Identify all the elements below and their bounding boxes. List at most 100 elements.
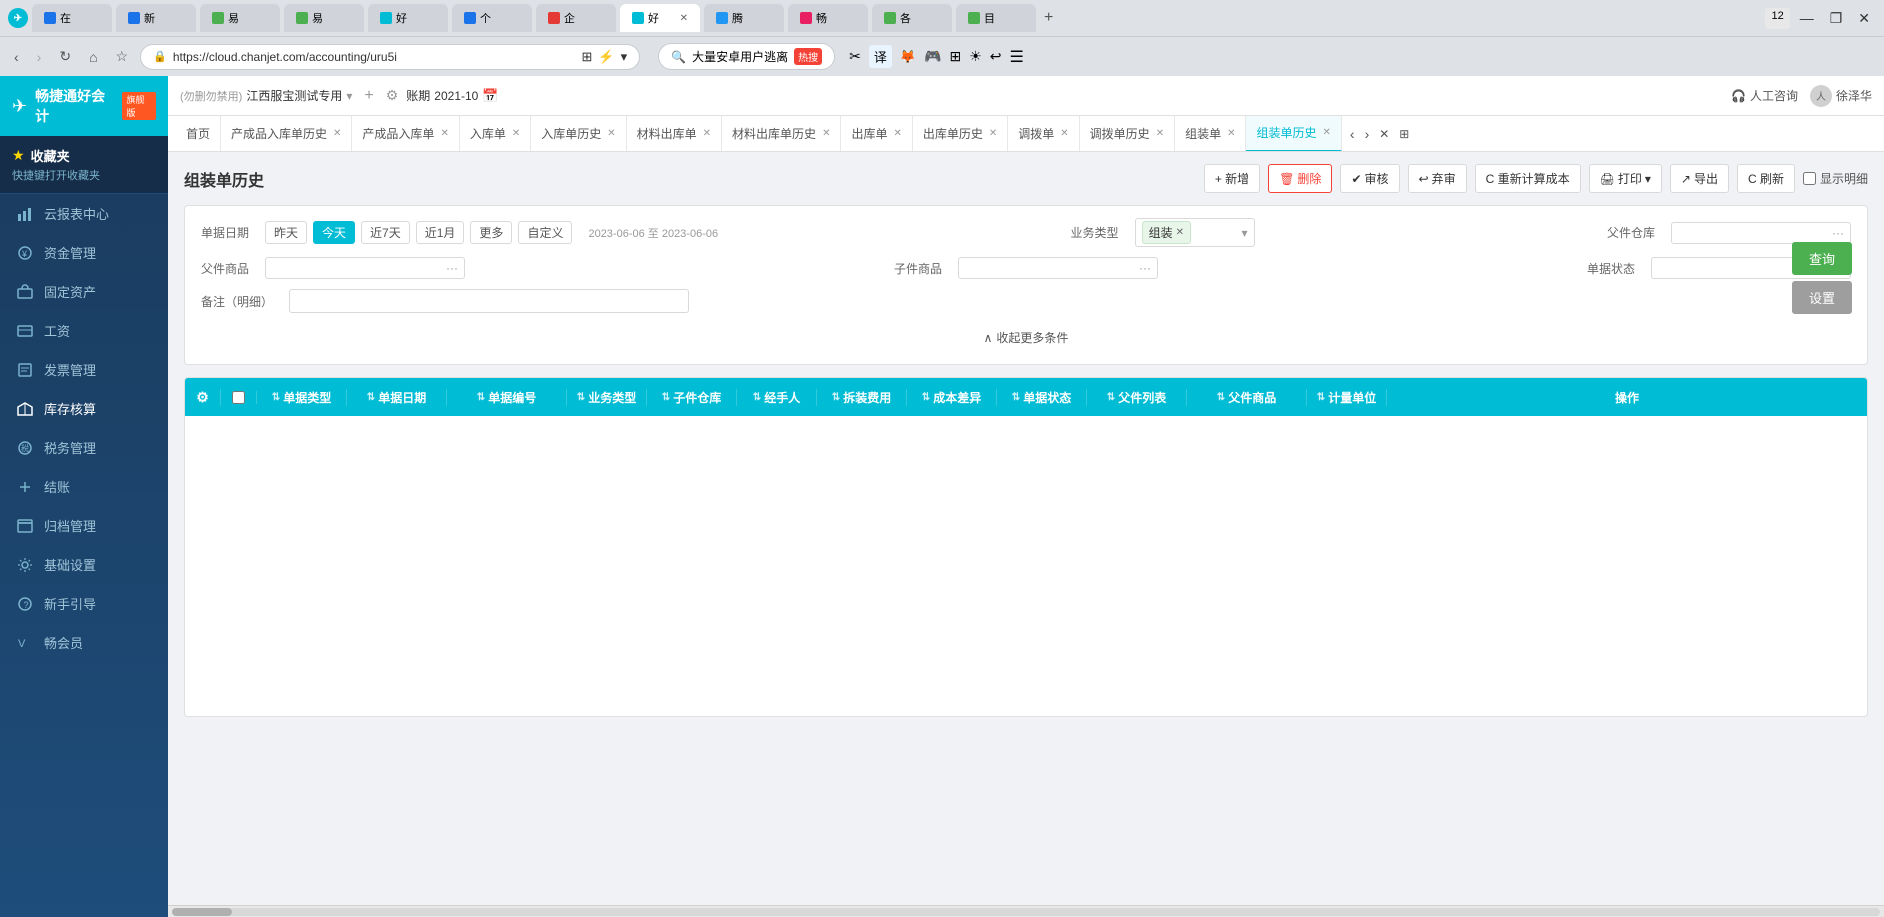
th-type[interactable]: ⇅ 单据类型 xyxy=(257,389,347,406)
company-dropdown-icon[interactable]: ▾ xyxy=(346,89,352,103)
maximize-button[interactable]: ❐ xyxy=(1824,8,1849,29)
browser-tab-1[interactable]: 新 xyxy=(116,4,196,32)
browser-tab-8[interactable]: 腾 xyxy=(704,4,784,32)
sidebar-item-guide[interactable]: ? 新手引导 xyxy=(0,584,168,623)
forward-button[interactable]: › xyxy=(31,47,48,67)
sidebar-item-archive[interactable]: 归档管理 xyxy=(0,506,168,545)
browser-tab-3[interactable]: 易 xyxy=(284,4,364,32)
service-btn[interactable]: 🎧 人工咨询 xyxy=(1731,87,1798,104)
lightning-icon[interactable]: ⚡ xyxy=(598,49,614,65)
browser-tab-11[interactable]: 目 xyxy=(956,4,1036,32)
calendar-icon[interactable]: 📅 xyxy=(482,88,498,104)
add-company-button[interactable]: + xyxy=(360,87,377,105)
sidebar-item-inventory[interactable]: 库存核算 xyxy=(0,389,168,428)
th-number[interactable]: ⇅ 单据编号 xyxy=(447,389,567,406)
user-menu[interactable]: 人 徐泽华 xyxy=(1810,85,1872,107)
favorites-shortcut[interactable]: 快捷键打开收藏夹 xyxy=(12,167,156,183)
review-button[interactable]: ✔ 审核 xyxy=(1340,164,1399,193)
tab-prev-arrow[interactable]: ‹ xyxy=(1346,124,1359,144)
show-detail-checkbox[interactable]: 显示明细 xyxy=(1803,170,1868,187)
tab-outbound[interactable]: 出库单 ✕ xyxy=(841,116,912,152)
th-parent-goods[interactable]: ⇅ 父件商品 xyxy=(1187,389,1307,406)
sidebar-item-settle[interactable]: 结账 xyxy=(0,467,168,506)
biz-type-tag-close[interactable]: ✕ xyxy=(1176,227,1184,238)
tab-next-arrow[interactable]: › xyxy=(1361,124,1374,144)
undo-icon[interactable]: ↩ xyxy=(990,48,1002,65)
tab-inbound[interactable]: 入库单 ✕ xyxy=(460,116,531,152)
sidebar-item-tax[interactable]: 税 税务管理 xyxy=(0,428,168,467)
sidebar-item-assets[interactable]: 固定资产 xyxy=(0,272,168,311)
emoji-icon[interactable]: 🦊 xyxy=(900,49,916,65)
recalculate-button[interactable]: C 重新计算成本 xyxy=(1475,164,1581,193)
minimize-button[interactable]: — xyxy=(1794,8,1820,29)
print-dropdown-icon[interactable]: ▾ xyxy=(1645,172,1651,186)
url-bar[interactable]: 🔒 https://cloud.chanjet.com/accounting/u… xyxy=(140,44,640,70)
tab-close-11[interactable]: ✕ xyxy=(1323,127,1331,138)
search-bar[interactable]: 🔍 大量安卓用户逃离 热搜 xyxy=(658,43,835,70)
th-child-wh[interactable]: ⇅ 子件仓库 xyxy=(647,389,737,406)
tab-close-2[interactable]: ✕ xyxy=(512,128,520,139)
new-tab-button[interactable]: + xyxy=(1040,9,1057,27)
tab-inbound-history[interactable]: 入库单历史 ✕ xyxy=(531,116,626,152)
th-settings[interactable]: ⚙ xyxy=(185,389,221,406)
tab-outbound-history[interactable]: 出库单历史 ✕ xyxy=(913,116,1008,152)
th-biz-type[interactable]: ⇅ 业务类型 xyxy=(567,389,647,406)
tab-close-7[interactable]: ✕ xyxy=(989,128,997,139)
browser-tab-2[interactable]: 易 xyxy=(200,4,280,32)
company-selector[interactable]: (勿删勿禁用) 江西服宝测试专用 ▾ xyxy=(180,87,352,104)
browser-tab-4[interactable]: 好 xyxy=(368,4,448,32)
sidebar-item-vip[interactable]: V 畅会员 xyxy=(0,623,168,662)
qr-icon[interactable]: ⊞ xyxy=(581,49,592,65)
child-goods-input[interactable]: ··· xyxy=(958,257,1158,279)
tab-close-1[interactable]: ✕ xyxy=(440,128,448,139)
scrollbar-thumb[interactable] xyxy=(172,908,232,916)
th-disassemble[interactable]: ⇅ 拆装费用 xyxy=(817,389,907,406)
add-button[interactable]: + 新增 xyxy=(1204,164,1260,193)
th-status[interactable]: ⇅ 单据状态 xyxy=(997,389,1087,406)
browser-tab-close-7[interactable]: ✕ xyxy=(680,13,688,24)
tab-finished-goods[interactable]: 产成品入库单 ✕ xyxy=(352,116,459,152)
tab-material-out[interactable]: 材料出库单 ✕ xyxy=(627,116,722,152)
home-button[interactable]: ⌂ xyxy=(83,47,103,67)
sun-icon[interactable]: ☀ xyxy=(969,48,982,65)
browser-tab-6[interactable]: 企 xyxy=(536,4,616,32)
period-selector[interactable]: 账期 2021-10 📅 xyxy=(406,87,498,104)
th-handler[interactable]: ⇅ 经手人 xyxy=(737,389,817,406)
browser-tab-10[interactable]: 各 xyxy=(872,4,952,32)
scrollbar-track[interactable] xyxy=(172,908,1880,916)
reload-button[interactable]: ↻ xyxy=(53,46,77,67)
print-button[interactable]: 🖨 打印 ▾ xyxy=(1589,164,1662,193)
date-btn-more[interactable]: 更多 xyxy=(470,221,512,244)
bookmark-button[interactable]: ☆ xyxy=(110,46,135,67)
tab-assembly[interactable]: 组装单 ✕ xyxy=(1175,116,1246,152)
dropdown-icon[interactable]: ▾ xyxy=(621,49,628,65)
sidebar-item-invoice[interactable]: 发票管理 xyxy=(0,350,168,389)
parent-warehouse-input[interactable]: ··· xyxy=(1671,222,1851,244)
horizontal-scrollbar[interactable] xyxy=(168,905,1884,917)
biz-type-input-area[interactable]: 组装 ✕ ▾ xyxy=(1135,218,1255,247)
browser-tab-9[interactable]: 畅 xyxy=(788,4,868,32)
th-cost-diff[interactable]: ⇅ 成本差异 xyxy=(907,389,997,406)
abandon-button[interactable]: ↩ 弃审 xyxy=(1408,164,1467,193)
note-input[interactable] xyxy=(289,289,689,313)
tab-close-current[interactable]: ✕ xyxy=(1375,125,1393,143)
tab-close-8[interactable]: ✕ xyxy=(1060,128,1068,139)
refresh-button[interactable]: C 刷新 xyxy=(1737,164,1795,193)
query-button[interactable]: 查询 xyxy=(1792,242,1852,275)
th-date[interactable]: ⇅ 单据日期 xyxy=(347,389,447,406)
date-btn-7days[interactable]: 近7天 xyxy=(361,221,410,244)
scissors-icon[interactable]: ✂ xyxy=(849,48,861,65)
show-detail-input[interactable] xyxy=(1803,172,1816,185)
tab-transfer[interactable]: 调拨单 ✕ xyxy=(1008,116,1079,152)
tab-close-6[interactable]: ✕ xyxy=(893,128,901,139)
tab-close-5[interactable]: ✕ xyxy=(822,128,830,139)
browser-tab-5[interactable]: 个 xyxy=(452,4,532,32)
settings-gear-icon[interactable]: ⚙ xyxy=(386,87,399,104)
tab-finished-goods-history[interactable]: 产成品入库单历史 ✕ xyxy=(221,116,352,152)
sidebar-item-reports[interactable]: 云报表中心 xyxy=(0,194,168,233)
tab-close-0[interactable]: ✕ xyxy=(333,128,341,139)
tab-transfer-history[interactable]: 调拨单历史 ✕ xyxy=(1080,116,1175,152)
date-btn-yesterday[interactable]: 昨天 xyxy=(265,221,307,244)
win-badge[interactable]: 12 xyxy=(1765,8,1789,29)
tab-close-9[interactable]: ✕ xyxy=(1156,128,1164,139)
